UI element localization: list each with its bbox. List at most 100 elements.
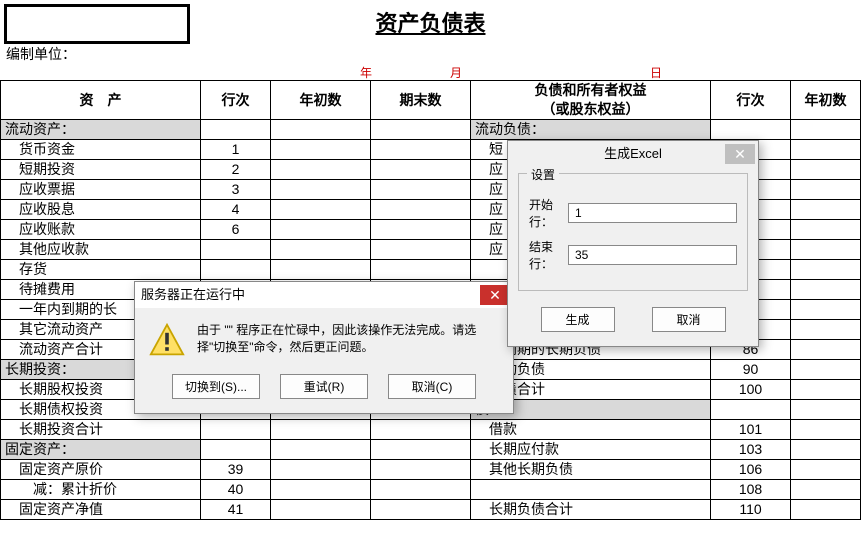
retry-button[interactable]: 重试(R) bbox=[280, 374, 368, 399]
switch-button[interactable]: 切换到(S)... bbox=[172, 374, 260, 399]
cell bbox=[791, 300, 861, 320]
cancel-button[interactable]: 取消(C) bbox=[388, 374, 476, 399]
cell: 存货 bbox=[1, 260, 201, 280]
cell bbox=[371, 140, 471, 160]
generate-button[interactable]: 生成 bbox=[541, 307, 615, 332]
cell bbox=[791, 440, 861, 460]
cell: 应收账款 bbox=[1, 220, 201, 240]
cell bbox=[201, 420, 271, 440]
cell bbox=[271, 260, 371, 280]
cell bbox=[371, 480, 471, 500]
th-year-begin: 年初数 bbox=[271, 81, 371, 120]
error-dialog-title-text: 服务器正在运行中 bbox=[141, 287, 245, 302]
cell bbox=[791, 400, 861, 420]
close-icon[interactable]: ✕ bbox=[725, 144, 755, 164]
cell: 应收股息 bbox=[1, 200, 201, 220]
cell bbox=[271, 140, 371, 160]
cell: 固定资产净值 bbox=[1, 500, 201, 520]
cell bbox=[271, 200, 371, 220]
cell bbox=[711, 120, 791, 140]
excel-dialog-title-text: 生成Excel bbox=[604, 146, 662, 161]
cell bbox=[471, 480, 711, 500]
cell bbox=[791, 260, 861, 280]
warning-icon bbox=[149, 322, 185, 358]
error-dialog: 服务器正在运行中 ✕ 由于 "" 程序正在忙碌中，因此该操作无法完成。请选择"切… bbox=[134, 281, 514, 414]
cell bbox=[371, 120, 471, 140]
start-row-input[interactable] bbox=[568, 203, 737, 223]
cell bbox=[271, 440, 371, 460]
cell bbox=[271, 120, 371, 140]
cell: 应收票据 bbox=[1, 180, 201, 200]
cell bbox=[371, 500, 471, 520]
cell bbox=[371, 420, 471, 440]
cell: 108 bbox=[711, 480, 791, 500]
excel-dialog: 生成Excel ✕ 设置 开始行： 结束行： 生成 取消 bbox=[507, 140, 759, 347]
cell: 1 bbox=[201, 140, 271, 160]
cell: 其他应收款 bbox=[1, 240, 201, 260]
cell bbox=[791, 120, 861, 140]
cell bbox=[271, 220, 371, 240]
cell bbox=[791, 380, 861, 400]
cell: 长期负债合计 bbox=[471, 500, 711, 520]
cell bbox=[791, 280, 861, 300]
settings-fieldset: 设置 开始行： 结束行： bbox=[518, 173, 748, 291]
cell: 固定资产： bbox=[1, 440, 201, 460]
cell: 41 bbox=[201, 500, 271, 520]
cell bbox=[201, 260, 271, 280]
cell bbox=[791, 360, 861, 380]
year-label: 年 bbox=[360, 64, 372, 81]
end-row-input[interactable] bbox=[568, 245, 737, 265]
cell bbox=[791, 160, 861, 180]
cell bbox=[791, 340, 861, 360]
table-row: 固定资产净值41 长期负债合计110 bbox=[1, 500, 861, 520]
th-line: 行次 bbox=[201, 81, 271, 120]
cell: 103 bbox=[711, 440, 791, 460]
cell bbox=[791, 420, 861, 440]
cell: 106 bbox=[711, 460, 791, 480]
table-row: 固定资产： 长期应付款103 bbox=[1, 440, 861, 460]
cell bbox=[271, 240, 371, 260]
cell bbox=[371, 160, 471, 180]
cell bbox=[201, 120, 271, 140]
cell: 货币资金 bbox=[1, 140, 201, 160]
cell: 减：累计折价 bbox=[1, 480, 201, 500]
cell: 3 bbox=[201, 180, 271, 200]
th-liab-sub: （或股东权益） bbox=[471, 100, 711, 120]
page-title: 资产负债表 bbox=[375, 6, 485, 38]
cell: 长期应付款 bbox=[471, 440, 711, 460]
cell bbox=[271, 160, 371, 180]
cell: 借款 bbox=[471, 420, 711, 440]
cell bbox=[371, 200, 471, 220]
cell bbox=[791, 220, 861, 240]
cell: 6 bbox=[201, 220, 271, 240]
cell: 40 bbox=[201, 480, 271, 500]
cell bbox=[371, 260, 471, 280]
cell: 39 bbox=[201, 460, 271, 480]
error-dialog-title[interactable]: 服务器正在运行中 ✕ bbox=[135, 282, 513, 308]
cell bbox=[791, 480, 861, 500]
excel-dialog-title[interactable]: 生成Excel ✕ bbox=[508, 141, 758, 167]
cell bbox=[791, 200, 861, 220]
cell: 100 bbox=[711, 380, 791, 400]
cell bbox=[271, 420, 371, 440]
cell bbox=[271, 500, 371, 520]
table-row: 固定资产原价39其他长期负债106 bbox=[1, 460, 861, 480]
cell bbox=[271, 460, 371, 480]
th-liab: 负债和所有者权益 bbox=[471, 81, 711, 101]
cell bbox=[791, 320, 861, 340]
table-row: 流动资产：流动负债： bbox=[1, 120, 861, 140]
th-asset: 资 产 bbox=[1, 81, 201, 120]
cell bbox=[271, 480, 371, 500]
th-year-begin2: 年初数 bbox=[791, 81, 861, 120]
date-row: 年 月 日 bbox=[0, 66, 861, 80]
close-icon[interactable]: ✕ bbox=[480, 285, 510, 305]
cell: 短期投资 bbox=[1, 160, 201, 180]
cell: 110 bbox=[711, 500, 791, 520]
table-row: 长期投资合计借款101 bbox=[1, 420, 861, 440]
settings-legend: 设置 bbox=[527, 166, 559, 183]
cell: 101 bbox=[711, 420, 791, 440]
cell bbox=[371, 440, 471, 460]
cell: 4 bbox=[201, 200, 271, 220]
excel-cancel-button[interactable]: 取消 bbox=[652, 307, 726, 332]
cell bbox=[201, 440, 271, 460]
